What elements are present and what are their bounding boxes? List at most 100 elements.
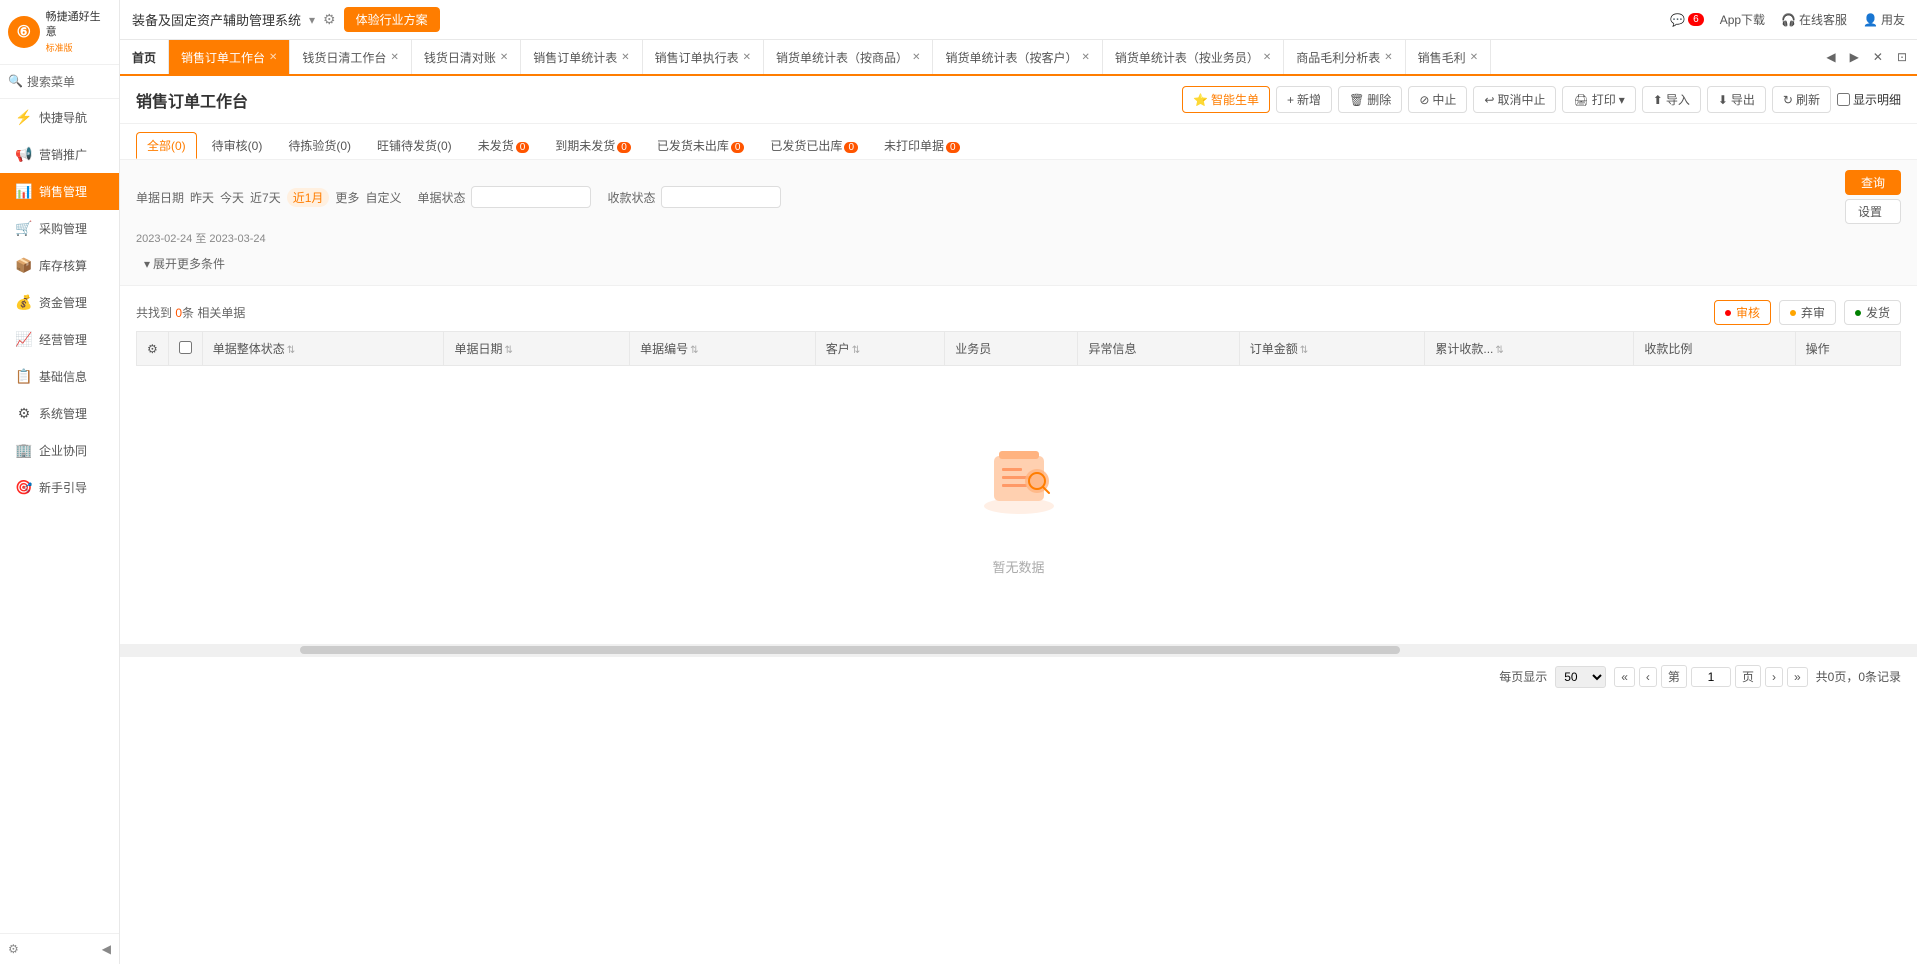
col-date[interactable]: 单据日期⇅ xyxy=(444,332,630,366)
subtab-shipped-not-out[interactable]: 已发货未出库0 xyxy=(646,132,756,159)
tab-sales-exec[interactable]: 销售订单执行表 ✕ xyxy=(643,40,764,75)
tab-cash-clear[interactable]: 钱货日清工作台 ✕ xyxy=(290,40,411,75)
user-info[interactable]: 👤 用友 xyxy=(1863,11,1905,28)
close-tab-cash-reconcile[interactable]: ✕ xyxy=(500,52,508,63)
system-dropdown-icon[interactable]: ▾ xyxy=(309,13,315,27)
refresh-btn[interactable]: ↻ 刷新 xyxy=(1772,86,1831,113)
close-tab-sales-detail[interactable]: ✕ xyxy=(1470,52,1478,63)
export-btn[interactable]: ⬇ 导出 xyxy=(1707,86,1766,113)
review-btn[interactable]: 审核 xyxy=(1714,300,1771,325)
per-page-select[interactable]: 10 20 50 100 xyxy=(1555,666,1606,688)
subtab-not-printed[interactable]: 未打印单据0 xyxy=(873,132,971,159)
sidebar-item-marketing[interactable]: 📢 营销推广 xyxy=(0,136,119,173)
import-btn[interactable]: ⬆ 导入 xyxy=(1642,86,1701,113)
subtab-pending-inspect[interactable]: 待拣验货(0) xyxy=(277,132,362,159)
subtab-label: 旺铺待发货(0) xyxy=(377,139,452,153)
close-tab-stat-customer[interactable]: ✕ xyxy=(1081,52,1089,63)
col-salesman[interactable]: 业务员 xyxy=(945,332,1078,366)
tab-cash-reconcile[interactable]: 钱货日清对账 ✕ xyxy=(412,40,521,75)
cancel-review-btn[interactable]: 弃审 xyxy=(1779,300,1836,325)
col-checkbox[interactable] xyxy=(168,332,202,366)
expand-btn-label: 展开更多条件 xyxy=(153,255,225,272)
delete-btn[interactable]: 🗑 删除 xyxy=(1338,86,1402,113)
shortcut-yesterday[interactable]: 昨天 xyxy=(190,189,214,206)
smart-create-btn[interactable]: ⭐ 智能生单 xyxy=(1182,86,1270,113)
subtab-not-shipped[interactable]: 未发货0 xyxy=(467,132,541,159)
expand-filter-btn[interactable]: ▾ 展开更多条件 xyxy=(136,252,1901,275)
subtab-shipped-out[interactable]: 已发货已出库0 xyxy=(759,132,869,159)
prev-page-btn[interactable]: ‹ xyxy=(1639,667,1657,687)
tab-sales-stat[interactable]: 销售订单统计表 ✕ xyxy=(521,40,642,75)
close-all-tabs[interactable]: ✕ xyxy=(1867,48,1889,66)
sidebar-item-operation[interactable]: 📈 经营管理 xyxy=(0,321,119,358)
close-tab-gross-margin[interactable]: ✕ xyxy=(1384,52,1392,63)
tab-stat-customer[interactable]: 销货单统计表（按客户） ✕ xyxy=(933,40,1102,75)
setting-btn[interactable]: 设置 xyxy=(1845,199,1901,224)
ship-btn[interactable]: 发货 xyxy=(1844,300,1901,325)
online-service[interactable]: 🎧 在线客服 xyxy=(1781,11,1847,28)
sidebar-item-sales[interactable]: 📊 销售管理 xyxy=(0,173,119,210)
shortcut-custom[interactable]: 自定义 xyxy=(365,189,401,206)
subtab-wangpu[interactable]: 旺铺待发货(0) xyxy=(366,132,463,159)
close-tab-stat-product[interactable]: ✕ xyxy=(912,52,920,63)
subtab-overdue-not-shipped[interactable]: 到期未发货0 xyxy=(544,132,642,159)
page-input[interactable] xyxy=(1691,667,1731,687)
sidebar-item-system[interactable]: ⚙ 系统管理 xyxy=(0,395,119,432)
tab-home[interactable]: 首页 xyxy=(120,40,169,75)
close-tab-sales-workbench[interactable]: ✕ xyxy=(269,52,277,63)
tab-stat-staff[interactable]: 销货单统计表（按业务员） ✕ xyxy=(1103,40,1284,75)
horizontal-scrollbar[interactable] xyxy=(120,644,1917,656)
print-btn[interactable]: 🖨 打印 ▾ xyxy=(1562,86,1635,113)
sidebar-item-guide[interactable]: 🎯 新手引导 xyxy=(0,469,119,506)
settings-gear-icon[interactable]: ⚙ xyxy=(323,11,336,28)
shortcut-7days[interactable]: 近7天 xyxy=(250,189,281,206)
purchase-icon: 🛒 xyxy=(15,220,33,237)
doc-status-select[interactable] xyxy=(471,186,591,208)
show-detail-checkbox[interactable] xyxy=(1837,93,1850,106)
col-number[interactable]: 单据编号⇅ xyxy=(630,332,816,366)
cancel-stop-btn[interactable]: ↩ 取消中止 xyxy=(1473,86,1556,113)
col-amount[interactable]: 订单金额⇅ xyxy=(1239,332,1425,366)
first-page-btn[interactable]: « xyxy=(1614,667,1635,687)
close-tab-stat-staff[interactable]: ✕ xyxy=(1263,52,1271,63)
show-detail-checkbox-container[interactable]: 显示明细 xyxy=(1837,91,1901,108)
last-page-btn[interactable]: » xyxy=(1787,667,1808,687)
next-page-btn[interactable]: › xyxy=(1765,667,1783,687)
shortcut-today[interactable]: 今天 xyxy=(220,189,244,206)
sidebar-item-corp[interactable]: 🏢 企业协同 xyxy=(0,432,119,469)
settings-icon[interactable]: ⚙ xyxy=(8,942,19,956)
shortcut-more[interactable]: 更多 xyxy=(335,189,359,206)
tab-scroll-left[interactable]: ◀ xyxy=(1820,48,1841,66)
collapse-icon[interactable]: ◀ xyxy=(102,942,111,956)
sidebar-item-quick-nav[interactable]: ⚡ 快捷导航 xyxy=(0,99,119,136)
tab-sales-detail[interactable]: 销售毛利 ✕ xyxy=(1406,40,1491,75)
tab-gross-margin[interactable]: 商品毛利分析表 ✕ xyxy=(1284,40,1405,75)
tab-scroll-right[interactable]: ▶ xyxy=(1844,48,1865,66)
scrollbar-thumb[interactable] xyxy=(300,646,1400,654)
col-settings[interactable]: ⚙ xyxy=(137,332,169,366)
stop-btn[interactable]: ⊘ 中止 xyxy=(1408,86,1467,113)
subtab-all[interactable]: 全部(0) xyxy=(136,132,197,159)
tab-stat-product[interactable]: 销货单统计表（按商品） ✕ xyxy=(764,40,933,75)
payment-status-select[interactable] xyxy=(661,186,781,208)
close-tab-sales-stat[interactable]: ✕ xyxy=(621,52,629,63)
sidebar-item-inventory[interactable]: 📦 库存核算 xyxy=(0,247,119,284)
app-download[interactable]: App下载 xyxy=(1720,11,1765,28)
experience-btn[interactable]: 体验行业方案 xyxy=(344,7,440,32)
expand-tabs[interactable]: ⊡ xyxy=(1891,48,1913,66)
close-tab-cash-clear[interactable]: ✕ xyxy=(390,52,398,63)
query-btn[interactable]: 查询 xyxy=(1845,170,1901,195)
sidebar-item-purchase[interactable]: 🛒 采购管理 xyxy=(0,210,119,247)
close-tab-sales-exec[interactable]: ✕ xyxy=(743,52,751,63)
shortcut-1month[interactable]: 近1月 xyxy=(287,188,330,207)
col-received[interactable]: 累计收款...⇅ xyxy=(1425,332,1634,366)
add-btn[interactable]: + 新增 xyxy=(1276,86,1332,113)
sidebar-search[interactable]: 🔍 搜索菜单 xyxy=(0,65,119,99)
tab-sales-workbench[interactable]: 销售订单工作台 ✕ xyxy=(169,40,290,75)
select-all-checkbox[interactable] xyxy=(179,341,192,354)
sidebar-item-basic[interactable]: 📋 基础信息 xyxy=(0,358,119,395)
sidebar-item-capital[interactable]: 💰 资金管理 xyxy=(0,284,119,321)
col-customer[interactable]: 客户⇅ xyxy=(815,332,945,366)
messages-icon[interactable]: 💬 6 xyxy=(1670,13,1704,27)
subtab-pending-review[interactable]: 待审核(0) xyxy=(201,132,274,159)
